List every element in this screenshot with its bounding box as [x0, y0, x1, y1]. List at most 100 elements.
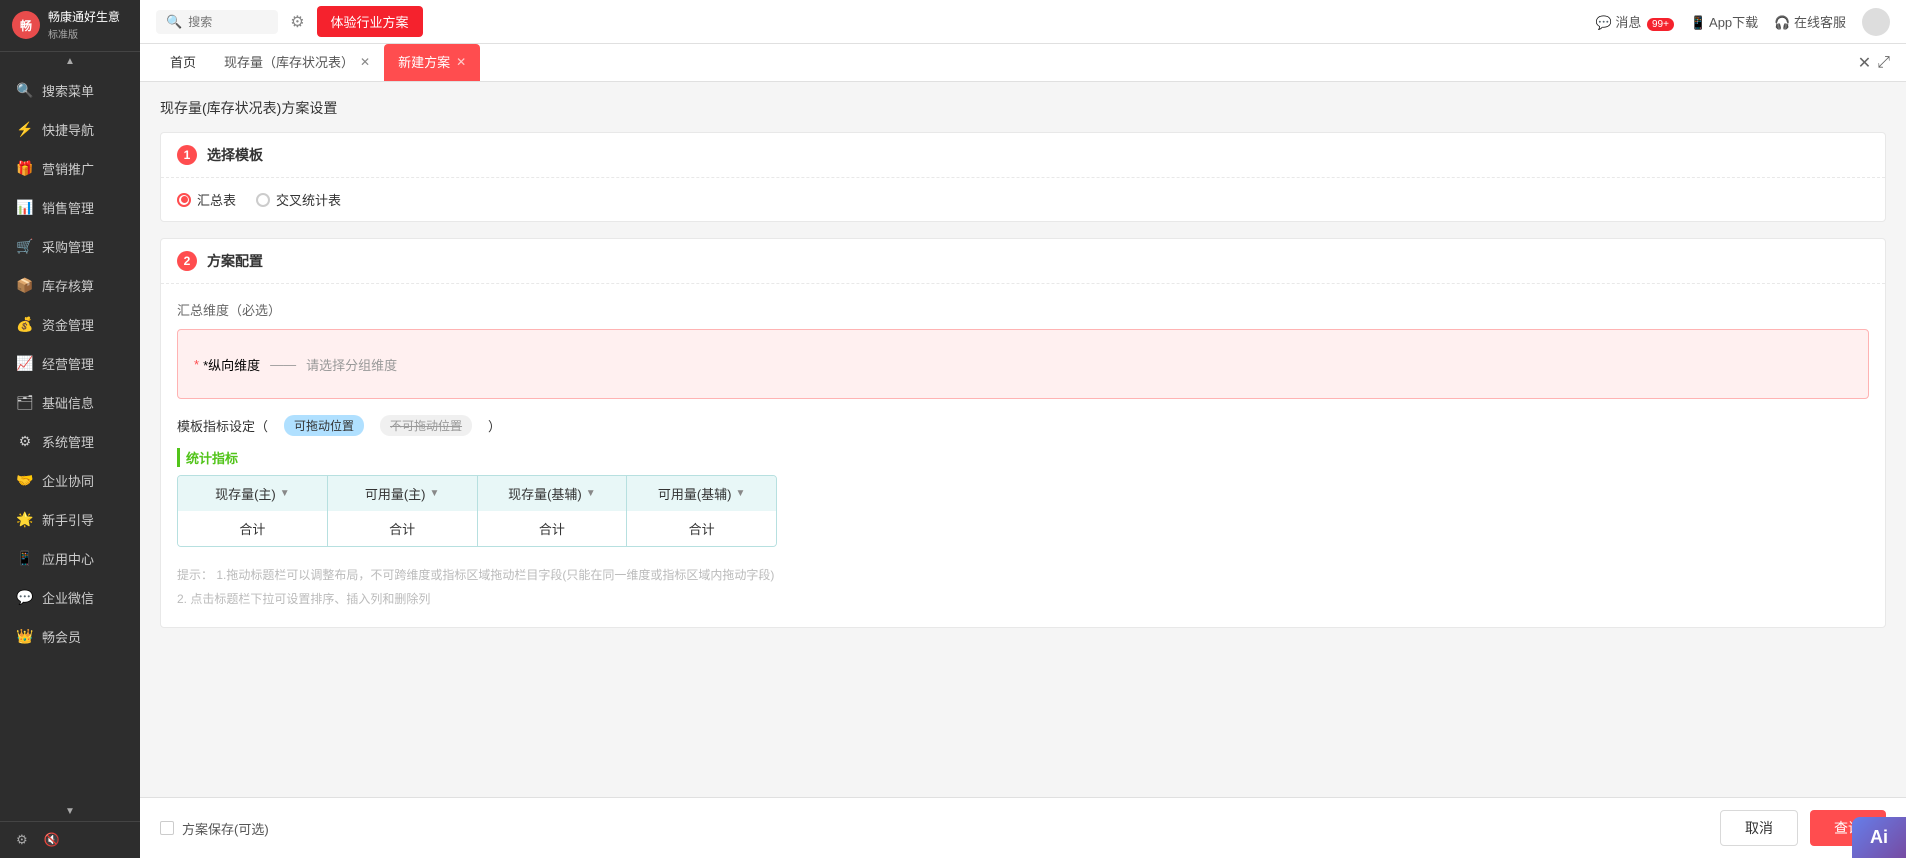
search-input[interactable]	[188, 15, 268, 29]
required-mark: *	[194, 357, 199, 372]
topbar-right: 💬 消息 99+ 📱 App下载 🎧 在线客服	[1596, 8, 1890, 36]
sidebar-item-label: 企业微信	[42, 588, 94, 607]
tab-home[interactable]: 首页	[156, 44, 210, 81]
sidebar-nav: 🔍 搜索菜单 ⚡ 快捷导航 🎁 营销推广 📊 销售管理 🛒 采购管理 📦 库存核…	[0, 71, 140, 802]
stats-cell-2: 合计	[478, 511, 628, 546]
basics-icon: 🗂	[16, 393, 34, 411]
sidebar-item-label: 新手引导	[42, 510, 94, 529]
system-icon: ⚙	[16, 432, 34, 450]
chevron-down-icon-0: ▼	[280, 488, 290, 499]
stats-table-body: 合计 合计 合计 合计	[178, 511, 776, 546]
radio-summary-table[interactable]: 汇总表	[177, 190, 236, 209]
stats-col-2[interactable]: 现存量(基辅) ▼	[478, 476, 628, 511]
indicator-setting: 模板指标设定（ 可拖动位置 不可拖动位置 ）	[177, 415, 1869, 436]
collab-icon: 🤝	[16, 471, 34, 489]
app-download-link[interactable]: 📱 App下载	[1690, 12, 1758, 31]
panel-expand-btn[interactable]: ⤢	[1877, 54, 1890, 72]
sidebar-item-marketing[interactable]: 🎁 营销推广	[0, 149, 140, 188]
stats-label: 统计指标	[177, 448, 1869, 467]
sales-icon: 📊	[16, 198, 34, 216]
save-checkbox[interactable]	[160, 821, 174, 835]
section2-header: 2 方案配置	[161, 239, 1885, 284]
dimension-placeholder: 请选择分组维度	[306, 355, 397, 374]
tip-1: 提示： 1.拖动标题栏可以调整布局，不可跨维度或指标区域拖动栏目字段(只能在同一…	[177, 563, 1869, 587]
quicknav-icon: ⚡	[16, 120, 34, 138]
save-label: 方案保存(可选)	[182, 819, 269, 838]
sidebar-item-label: 快捷导航	[42, 120, 94, 139]
scroll-down-btn[interactable]: ▼	[0, 802, 140, 821]
sidebar-item-basics[interactable]: 🗂 基础信息	[0, 383, 140, 422]
tab-inventory[interactable]: 现存量（库存状况表） ✕	[210, 44, 384, 81]
sidebar-item-member[interactable]: 👑 畅会员	[0, 617, 140, 656]
bottom-bar: 方案保存(可选) 取消 查询	[140, 797, 1906, 858]
step1-badge: 1	[177, 145, 197, 165]
chevron-down-icon-2: ▼	[586, 488, 596, 499]
cancel-button[interactable]: 取消	[1720, 810, 1798, 846]
radio-cross-circle	[256, 193, 270, 207]
sidebar-item-operations[interactable]: 📈 经营管理	[0, 344, 140, 383]
radio-cross-table[interactable]: 交叉统计表	[256, 190, 341, 209]
stats-table-header: 现存量(主) ▼ 可用量(主) ▼ 现存量(基辅) ▼ 可用量(基辅)	[178, 476, 776, 511]
sidebar-item-quicknav[interactable]: ⚡ 快捷导航	[0, 110, 140, 149]
sidebar-item-label: 采购管理	[42, 237, 94, 256]
sidebar-item-guide[interactable]: 🌟 新手引导	[0, 500, 140, 539]
messages-link[interactable]: 💬 消息 99+	[1596, 12, 1674, 31]
guide-icon: 🌟	[16, 510, 34, 528]
sidebar-item-finance[interactable]: 💰 资金管理	[0, 305, 140, 344]
stats-col-1[interactable]: 可用量(主) ▼	[328, 476, 478, 511]
close-tab-new-plan[interactable]: ✕	[456, 55, 466, 69]
indicator-close: ）	[488, 416, 501, 435]
tips-area: 提示： 1.拖动标题栏可以调整布局，不可跨维度或指标区域拖动栏目字段(只能在同一…	[177, 563, 1869, 611]
sidebar-item-label: 库存核算	[42, 276, 94, 295]
tab-bar: 首页 现存量（库存状况表） ✕ 新建方案 ✕ ✕ ⤢	[140, 44, 1906, 82]
stats-col-3[interactable]: 可用量(基辅) ▼	[627, 476, 776, 511]
wechat-icon: 💬	[16, 588, 34, 606]
sidebar-item-sales[interactable]: 📊 销售管理	[0, 188, 140, 227]
tip-2: 2. 点击标题栏下拉可设置排序、插入列和删除列	[177, 587, 1869, 611]
sidebar-item-label: 销售管理	[42, 198, 94, 217]
sidebar-item-wechat[interactable]: 💬 企业微信	[0, 578, 140, 617]
dimension-box[interactable]: * *纵向维度 —— 请选择分组维度	[177, 329, 1869, 399]
sidebar-item-label: 资金管理	[42, 315, 94, 334]
sidebar-item-collab[interactable]: 🤝 企业协同	[0, 461, 140, 500]
search-box[interactable]: 🔍	[156, 10, 278, 34]
app-edition: 标准版	[48, 26, 120, 41]
gear-icon[interactable]: ⚙	[290, 12, 304, 32]
sidebar-item-label: 营销推广	[42, 159, 94, 178]
section1-header: 1 选择模板	[161, 133, 1885, 178]
sidebar-item-search[interactable]: 🔍 搜索菜单	[0, 71, 140, 110]
sidebar-item-purchase[interactable]: 🛒 采购管理	[0, 227, 140, 266]
messages-badge: 99+	[1647, 18, 1674, 31]
sidebar-item-appstore[interactable]: 📱 应用中心	[0, 539, 140, 578]
sidebar-item-system[interactable]: ⚙ 系统管理	[0, 422, 140, 461]
logo-icon: 畅	[12, 11, 40, 39]
tab-new-plan[interactable]: 新建方案 ✕	[384, 44, 480, 81]
stats-cell-1: 合计	[328, 511, 478, 546]
scroll-up-btn[interactable]: ▲	[0, 52, 140, 71]
stats-col-0[interactable]: 现存量(主) ▼	[178, 476, 328, 511]
online-service-link[interactable]: 🎧 在线客服	[1774, 12, 1846, 31]
section2-body: 汇总维度（必选） * *纵向维度 —— 请选择分组维度 模板指标设定（ 可拖动位…	[161, 284, 1885, 627]
inventory-icon: 📦	[16, 276, 34, 294]
avatar[interactable]	[1862, 8, 1890, 36]
sidebar-item-label: 系统管理	[42, 432, 94, 451]
section-config: 2 方案配置 汇总维度（必选） * *纵向维度 —— 请选择分组维度 模板指标设…	[160, 238, 1886, 628]
sidebar: 畅 畅康通好生意 标准版 ▲ 🔍 搜索菜单 ⚡ 快捷导航 🎁 营销推广 📊 销售…	[0, 0, 140, 858]
section1-title: 选择模板	[207, 145, 263, 165]
search-icon: 🔍	[16, 81, 34, 99]
sidebar-item-label: 畅会员	[42, 627, 81, 646]
content-area: 现存量(库存状况表)方案设置 1 选择模板 汇总表 交叉统计表 2	[140, 82, 1906, 797]
section2-title: 方案配置	[207, 251, 263, 271]
page-title: 现存量(库存状况表)方案设置	[160, 98, 1886, 118]
settings-icon[interactable]: ⚙	[16, 832, 28, 848]
sidebar-item-label: 搜索菜单	[42, 81, 94, 100]
sidebar-item-inventory[interactable]: 📦 库存核算	[0, 266, 140, 305]
audio-icon[interactable]: 🔇	[44, 832, 60, 848]
ai-float-button[interactable]: Ai	[1852, 817, 1906, 858]
close-tab-inventory[interactable]: ✕	[360, 55, 370, 69]
sidebar-item-label: 基础信息	[42, 393, 94, 412]
panel-close-btn[interactable]: ✕	[1858, 53, 1871, 73]
trial-button[interactable]: 体验行业方案	[317, 6, 423, 37]
main-area: 🔍 ⚙ 体验行业方案 💬 消息 99+ 📱 App下载 🎧 在线客服 首页 现存…	[140, 0, 1906, 858]
indicator-setting-label: 模板指标设定（	[177, 416, 268, 435]
